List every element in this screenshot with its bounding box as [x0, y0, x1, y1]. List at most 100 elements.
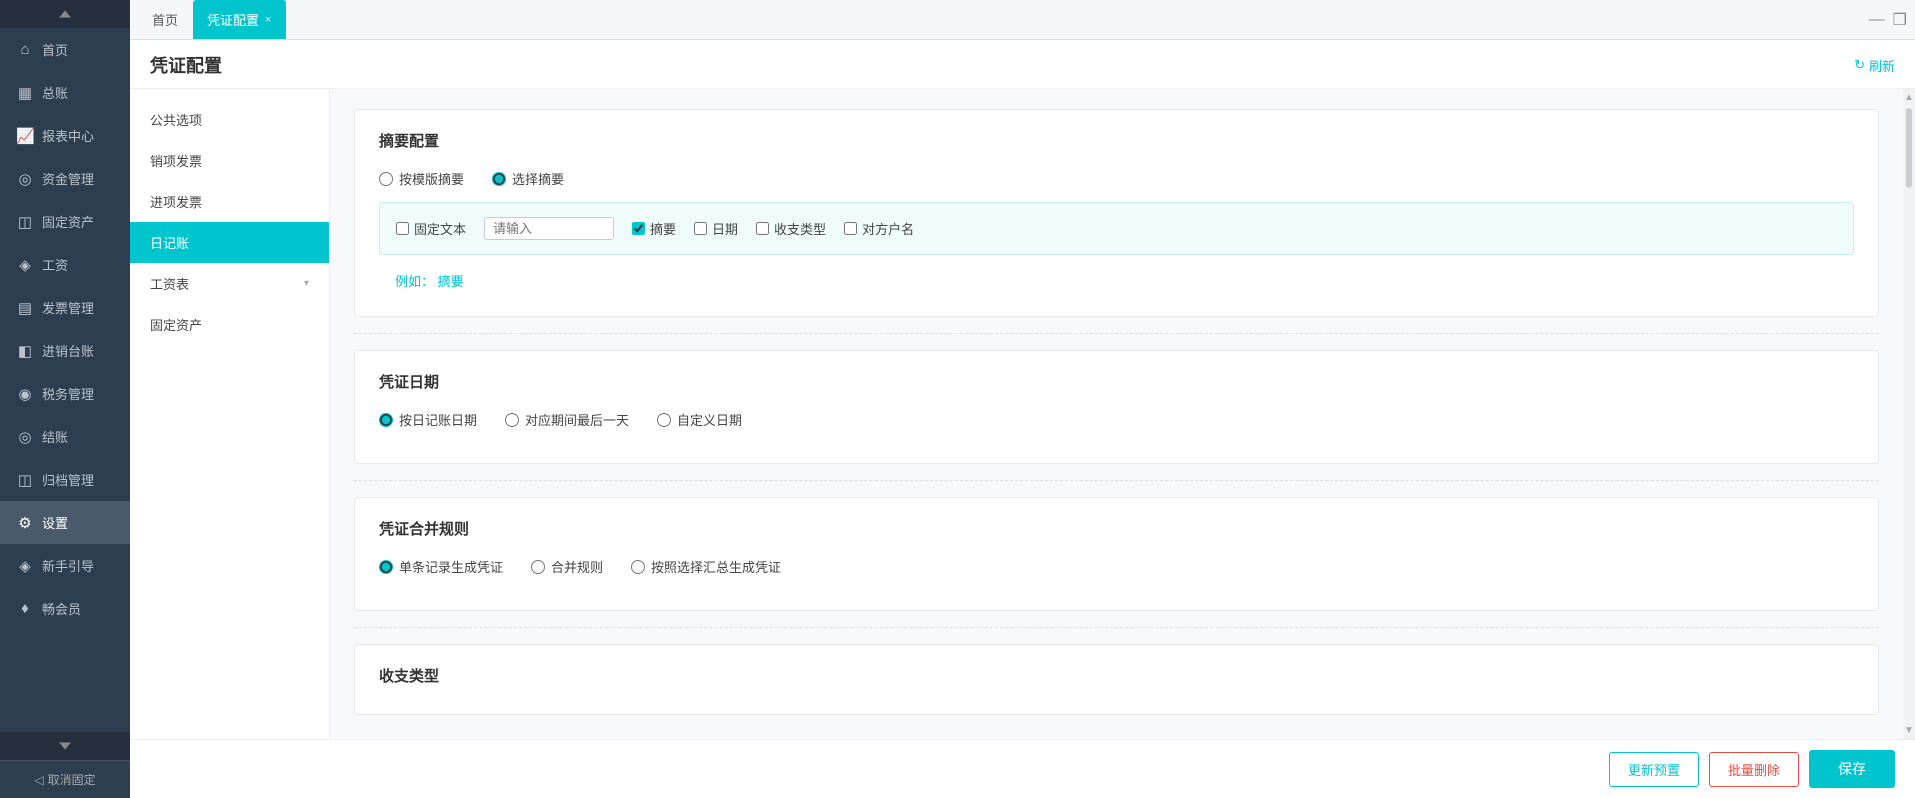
merge-rule-section: 凭证合并规则 单条记录生成凭证 合并规则 按照选择汇总生成凭证 — [354, 497, 1879, 611]
radio-custom-date-label[interactable]: 自定义日期 — [657, 410, 742, 429]
sidebar-item-salary[interactable]: ◈ 工资 — [0, 243, 130, 286]
left-nav-public[interactable]: 公共选项 — [130, 99, 329, 140]
pin-icon: ◁ — [34, 773, 43, 787]
merge-rule-title: 凭证合并规则 — [379, 518, 1854, 539]
left-nav: 公共选项 销项发票 进项发票 日记账 工资表 ▾ 固定资产 — [130, 89, 330, 739]
radio-template[interactable] — [379, 172, 393, 186]
sidebar-item-member[interactable]: ♦ 畅会员 — [0, 587, 130, 630]
tab-bar: 首页 凭证配置 × — ❐ — [130, 0, 1915, 40]
radio-single[interactable] — [379, 560, 393, 574]
cancel-fixed-button[interactable]: ◁ 取消固定 — [0, 760, 130, 798]
divider-2 — [354, 480, 1879, 481]
abstract-radio-group: 按模版摘要 选择摘要 — [379, 169, 1854, 188]
page-header: 凭证配置 ↻ 刷新 — [130, 40, 1915, 89]
sidebar-item-funds[interactable]: ◎ 资金管理 — [0, 157, 130, 200]
divider-3 — [354, 627, 1879, 628]
sidebar-item-settlement[interactable]: ◎ 结账 — [0, 415, 130, 458]
tab-voucher-config[interactable]: 凭证配置 × — [193, 0, 286, 39]
right-content: 摘要配置 按模版摘要 选择摘要 — [330, 89, 1903, 739]
ledger-icon: ▦ — [16, 84, 34, 102]
radio-template-label[interactable]: 按模版摘要 — [379, 169, 464, 188]
scroll-thumb[interactable] — [1906, 108, 1912, 188]
guide-icon: ◈ — [16, 557, 34, 575]
page-title: 凭证配置 — [150, 52, 222, 78]
radio-period-last[interactable] — [505, 413, 519, 427]
radio-summary[interactable] — [631, 560, 645, 574]
scroll-track: ▲ ▼ — [1903, 89, 1915, 739]
minimize-button[interactable]: — — [1869, 11, 1885, 29]
update-preview-button[interactable]: 更新预置 — [1609, 752, 1699, 787]
bottom-bar: 更新预置 批量删除 保存 — [130, 739, 1915, 798]
abstract-config-section: 摘要配置 按模版摘要 选择摘要 — [354, 109, 1879, 317]
refresh-icon: ↻ — [1854, 57, 1865, 73]
left-nav-payroll[interactable]: 工资表 ▾ — [130, 263, 329, 304]
main-area: 首页 凭证配置 × — ❐ 凭证配置 ↻ 刷新 公共选项 — [130, 0, 1915, 798]
radio-single-label[interactable]: 单条记录生成凭证 — [379, 557, 503, 576]
tab-close-icon[interactable]: × — [265, 14, 271, 26]
sidebar-item-guide[interactable]: ◈ 新手引导 — [0, 544, 130, 587]
save-button[interactable]: 保存 — [1809, 750, 1895, 788]
sidebar-item-fixed-assets[interactable]: ◫ 固定资产 — [0, 200, 130, 243]
radio-select[interactable] — [492, 172, 506, 186]
voucher-date-section: 凭证日期 按日记账日期 对应期间最后一天 自定义日期 — [354, 350, 1879, 464]
sidebar-item-archive[interactable]: ◫ 归档管理 — [0, 458, 130, 501]
radio-select-label[interactable]: 选择摘要 — [492, 169, 564, 188]
tab-home[interactable]: 首页 — [138, 0, 193, 39]
abstract-config-title: 摘要配置 — [379, 130, 1854, 151]
left-nav-sales-invoice[interactable]: 销项发票 — [130, 140, 329, 181]
settlement-icon: ◎ — [16, 428, 34, 446]
sidebar-item-report[interactable]: 📈 报表中心 — [0, 114, 130, 157]
window-controls: — ❐ — [1869, 10, 1907, 30]
invoice-icon: ▤ — [16, 299, 34, 317]
sales-ledger-icon: ◧ — [16, 342, 34, 360]
checkbox-income-type-label[interactable]: 收支类型 — [756, 219, 826, 238]
checkbox-income-type[interactable] — [756, 222, 769, 235]
income-type-title: 收支类型 — [379, 665, 1854, 686]
sidebar-item-sales-ledger[interactable]: ◧ 进销台账 — [0, 329, 130, 372]
sidebar-item-settings[interactable]: ⚙ 设置 — [0, 501, 130, 544]
checkbox-date[interactable] — [694, 222, 707, 235]
batch-delete-button[interactable]: 批量删除 — [1709, 752, 1799, 787]
sidebar-item-home[interactable]: ⌂ 首页 — [0, 28, 130, 71]
checkbox-date-label[interactable]: 日期 — [694, 219, 738, 238]
fixed-assets-icon: ◫ — [16, 213, 34, 231]
radio-journal-date[interactable] — [379, 413, 393, 427]
checkbox-counterparty[interactable] — [844, 222, 857, 235]
checkbox-fixed-text[interactable] — [396, 222, 409, 235]
checkbox-abstract-label[interactable]: 摘要 — [632, 219, 676, 238]
sidebar-item-ledger[interactable]: ▦ 总账 — [0, 71, 130, 114]
left-nav-fixed-assets[interactable]: 固定资产 — [130, 304, 329, 345]
report-icon: 📈 — [16, 127, 34, 145]
checkbox-fixed-text-label[interactable]: 固定文本 — [396, 219, 466, 238]
radio-summary-label[interactable]: 按照选择汇总生成凭证 — [631, 557, 781, 576]
left-nav-journal[interactable]: 日记账 — [130, 222, 329, 263]
example-text: 例如： 摘要 — [379, 265, 1854, 296]
restore-button[interactable]: ❐ — [1893, 10, 1907, 30]
income-type-section: 收支类型 — [354, 644, 1879, 715]
chevron-down-icon: ▾ — [304, 278, 309, 289]
inner-layout: 公共选项 销项发票 进项发票 日记账 工资表 ▾ 固定资产 — [130, 89, 1915, 739]
radio-period-last-label[interactable]: 对应期间最后一天 — [505, 410, 629, 429]
sidebar-item-invoice[interactable]: ▤ 发票管理 — [0, 286, 130, 329]
content-area: 凭证配置 ↻ 刷新 公共选项 销项发票 进项发票 日记账 — [130, 40, 1915, 798]
radio-merge-label[interactable]: 合并规则 — [531, 557, 603, 576]
voucher-date-title: 凭证日期 — [379, 371, 1854, 392]
checkbox-abstract[interactable] — [632, 222, 645, 235]
radio-merge[interactable] — [531, 560, 545, 574]
sidebar-item-tax[interactable]: ◉ 税务管理 — [0, 372, 130, 415]
sidebar-scroll-up[interactable] — [0, 0, 130, 28]
salary-icon: ◈ — [16, 256, 34, 274]
radio-custom-date[interactable] — [657, 413, 671, 427]
scroll-up-arrow[interactable]: ▲ — [1904, 92, 1914, 103]
left-nav-purchase-invoice[interactable]: 进项发票 — [130, 181, 329, 222]
sidebar-scroll-down[interactable] — [0, 732, 130, 760]
fixed-text-input[interactable] — [484, 217, 614, 240]
divider-1 — [354, 333, 1879, 334]
checkbox-counterparty-label[interactable]: 对方户名 — [844, 219, 914, 238]
voucher-date-radio-group: 按日记账日期 对应期间最后一天 自定义日期 — [379, 410, 1854, 429]
settings-icon: ⚙ — [16, 514, 34, 532]
scroll-down-arrow[interactable]: ▼ — [1904, 725, 1914, 736]
radio-journal-date-label[interactable]: 按日记账日期 — [379, 410, 477, 429]
home-icon: ⌂ — [16, 41, 34, 58]
refresh-button[interactable]: ↻ 刷新 — [1854, 56, 1895, 75]
